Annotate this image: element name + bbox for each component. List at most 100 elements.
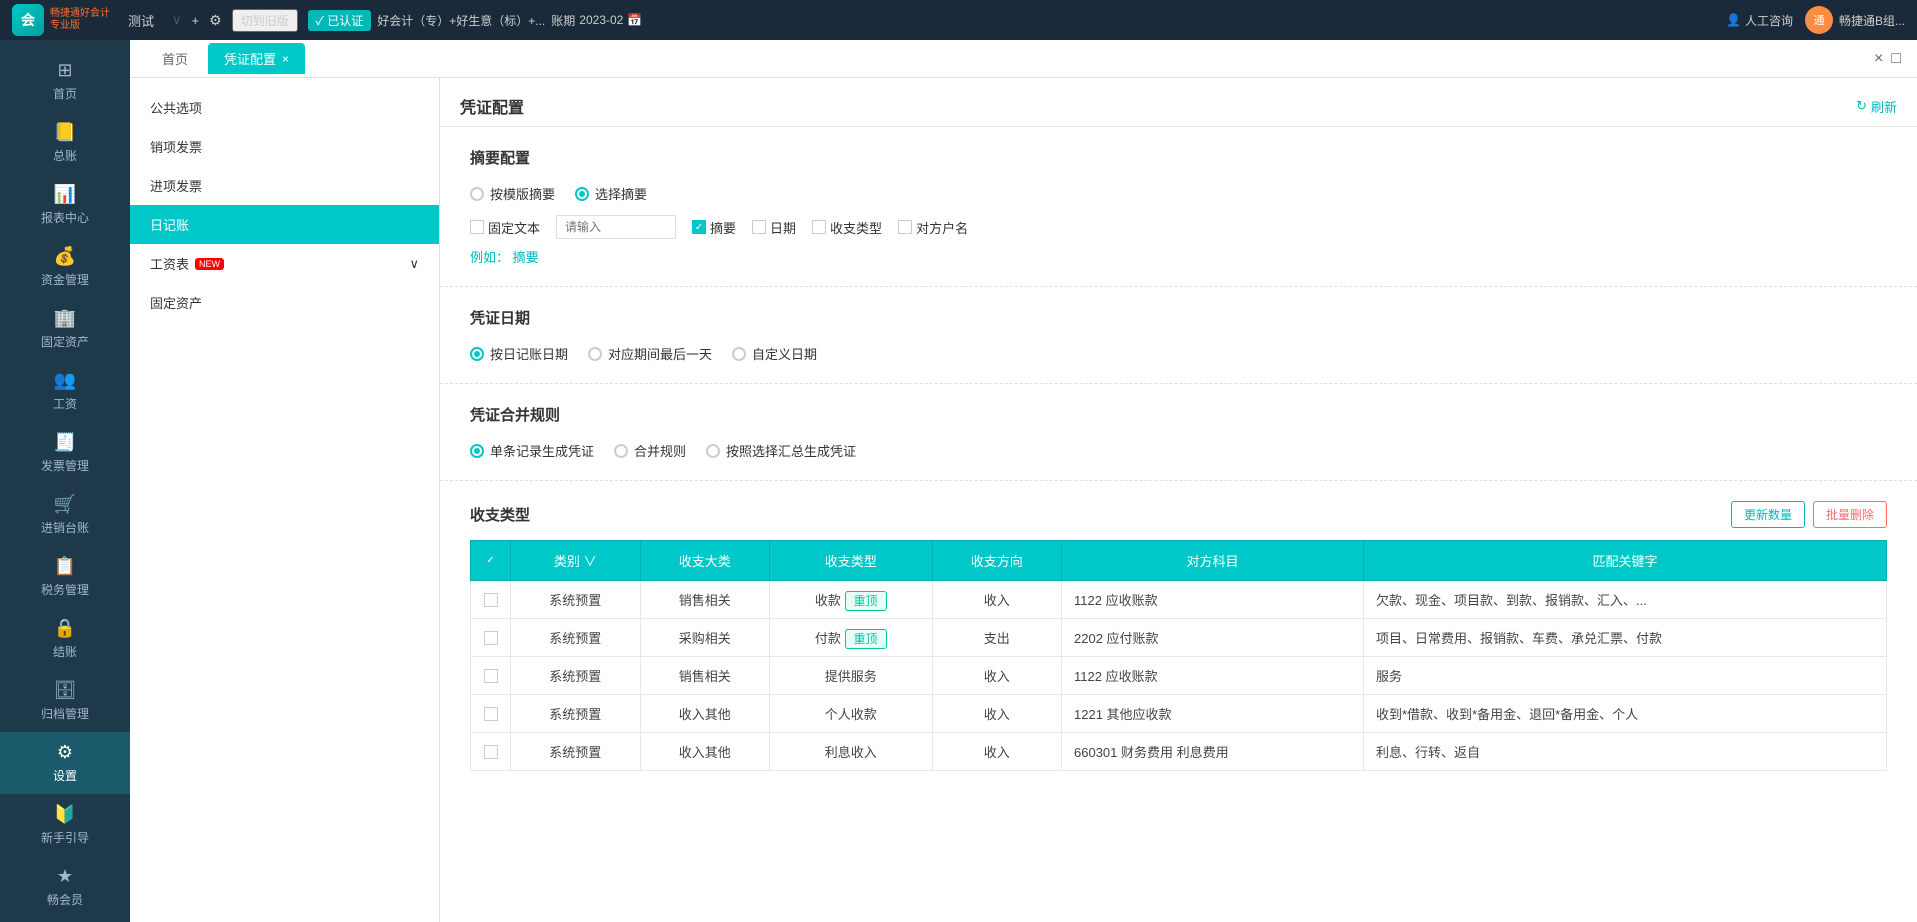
fixed-text-input[interactable] [556,215,676,239]
row4-checkbox[interactable] [484,707,498,721]
income-type-label: 收支类型 [830,218,882,237]
page-sidebar-fixed-assets[interactable]: 固定资产 [130,283,439,322]
page-sidebar-sales-label: 销项发票 [150,137,202,156]
reset-tag-2[interactable]: 重顶 [845,629,887,649]
batch-delete-button[interactable]: 批量删除 [1813,501,1887,528]
tab-voucher-config-label: 凭证配置 [224,49,276,68]
sidebar-label-tax: 税务管理 [41,581,89,598]
radio-journal-date[interactable]: 按日记账日期 [470,344,568,363]
sidebar-item-purchase[interactable]: 🛒 进销台账 [0,484,130,546]
page-sidebar-public-label: 公共选项 [150,98,202,117]
sidebar-item-assets[interactable]: 🏢 固定资产 [0,298,130,360]
sidebar-item-ledger[interactable]: 📒 总账 [0,112,130,174]
tab-home[interactable]: 首页 [146,43,204,74]
checkbox-date[interactable]: 日期 [752,218,796,237]
maximize-button[interactable]: □ [1891,50,1901,68]
settings-icon[interactable]: ⚙ [209,12,222,29]
page-sidebar-purchase-inv[interactable]: 进项发票 [130,166,439,205]
td-account-2: 2202 应付账款 [1062,619,1364,657]
add-button[interactable]: + [192,13,200,28]
merge-rules-label: 合并规则 [634,441,686,460]
sidebar-item-archive[interactable]: 🗄 归档管理 [0,670,130,732]
select-all-checkbox[interactable]: ✓ [484,554,498,568]
radio-merge-rules[interactable]: 合并规则 [614,441,686,460]
td-category-5: 系统预置 [511,733,641,771]
income-buttons: 更新数量 批量删除 [1731,501,1887,528]
switch-version-button[interactable]: 切到旧版 [232,9,298,32]
user-info[interactable]: 通 畅捷通B组... [1805,6,1905,34]
income-type-checkbox-box [812,220,826,234]
row1-checkbox[interactable] [484,593,498,607]
support-button[interactable]: 👤 人工咨询 [1726,12,1793,29]
th-checkbox: ✓ [471,541,511,581]
checkbox-income-type[interactable]: 收支类型 [812,218,882,237]
fixed-text-label: 固定文本 [488,218,540,237]
td-keywords-3: 服务 [1364,657,1887,695]
th-direction: 收支方向 [932,541,1062,581]
page-title: 凭证配置 [460,94,524,118]
sidebar-item-closing[interactable]: 🔒 结账 [0,608,130,670]
checkbox-party-name[interactable]: 对方户名 [898,218,968,237]
th-major-type: 收支大类 [640,541,770,581]
td-direction-4: 收入 [932,695,1062,733]
tab-voucher-config[interactable]: 凭证配置 × [208,43,305,74]
page-sidebar-public[interactable]: 公共选项 [130,88,439,127]
sidebar-item-tax[interactable]: 📋 税务管理 [0,546,130,608]
row2-checkbox[interactable] [484,631,498,645]
purchase-icon: 🛒 [54,494,76,515]
settings-nav-icon: ⚙ [57,742,73,763]
radio-custom-date[interactable]: 自定义日期 [732,344,817,363]
update-button[interactable]: 更新数量 [1731,501,1805,528]
th-keywords: 匹配关键字 [1364,541,1887,581]
sidebar-item-member[interactable]: ★ 畅会员 [0,856,130,918]
period-last-label: 对应期间最后一天 [608,344,712,363]
radio-single-record[interactable]: 单条记录生成凭证 [470,441,594,460]
page-sidebar-payroll-table[interactable]: 工资表 NEW ∨ [130,244,439,283]
td-direction-3: 收入 [932,657,1062,695]
td-account-4: 1221 其他应收款 [1062,695,1364,733]
td-major-5: 收入其他 [640,733,770,771]
table-header-row: ✓ 类别 ∨ 收支大类 收支类型 收支方向 对方科目 匹配关键字 [471,541,1887,581]
td-checkbox-5 [471,733,511,771]
close-window-button[interactable]: × [1874,50,1883,68]
checkbox-fixed-text[interactable]: 固定文本 [470,218,540,237]
sidebar-item-home[interactable]: ⊞ 首页 [0,50,130,112]
row5-checkbox[interactable] [484,745,498,759]
sidebar-item-settings[interactable]: ⚙ 设置 [0,732,130,794]
page-sidebar-journal[interactable]: 日记账 [130,205,439,244]
radio-template-label: 按模版摘要 [490,184,555,203]
td-minor-5: 利息收入 [770,733,933,771]
checkbox-summary[interactable]: ✓ 摘要 [692,218,736,237]
merge-title: 凭证合并规则 [470,404,1887,425]
sidebar-item-invoice[interactable]: 🧾 发票管理 [0,422,130,484]
page-sidebar-payroll-table-label: 工资表 [150,254,189,273]
radio-summary-generate[interactable]: 按照选择汇总生成凭证 [706,441,856,460]
reset-tag-1[interactable]: 重顶 [845,591,887,611]
radio-select-circle [575,187,589,201]
tab-close-button[interactable]: × [282,52,289,66]
merge-section: 凭证合并规则 单条记录生成凭证 合并规则 按照选择汇总生成凭证 [440,384,1917,481]
closing-icon: 🔒 [54,618,76,639]
row3-checkbox[interactable] [484,669,498,683]
radio-select-summary[interactable]: 选择摘要 [575,184,647,203]
page-content: 公共选项 销项发票 进项发票 日记账 工资表 NEW ∨ [130,78,1917,922]
page-sidebar-sales[interactable]: 销项发票 [130,127,439,166]
funds-icon: 💰 [54,246,76,267]
date-label: 日期 [770,218,796,237]
radio-template-summary[interactable]: 按模版摘要 [470,184,555,203]
refresh-button[interactable]: ↻ 刷新 [1856,97,1897,116]
sidebar-item-guide[interactable]: 🔰 新手引导 [0,794,130,856]
date-radio-group: 按日记账日期 对应期间最后一天 自定义日期 [470,344,1887,363]
sidebar-item-reports[interactable]: 📊 报表中心 [0,174,130,236]
single-record-label: 单条记录生成凭证 [490,441,594,460]
radio-period-last[interactable]: 对应期间最后一天 [588,344,712,363]
status-area: ✓ 已认证 好会计（专）+好生意（标）+... 账期 2023-02 📅 [308,10,643,31]
td-minor-3: 提供服务 [770,657,933,695]
sidebar-item-payroll[interactable]: 👥 工资 [0,360,130,422]
sidebar-label-funds: 资金管理 [41,271,89,288]
sidebar-item-funds[interactable]: 💰 资金管理 [0,236,130,298]
td-direction-2: 支出 [932,619,1062,657]
calendar-icon[interactable]: 📅 [627,13,642,27]
date-checkbox-box [752,220,766,234]
nav-test[interactable]: 测试 [120,11,162,30]
